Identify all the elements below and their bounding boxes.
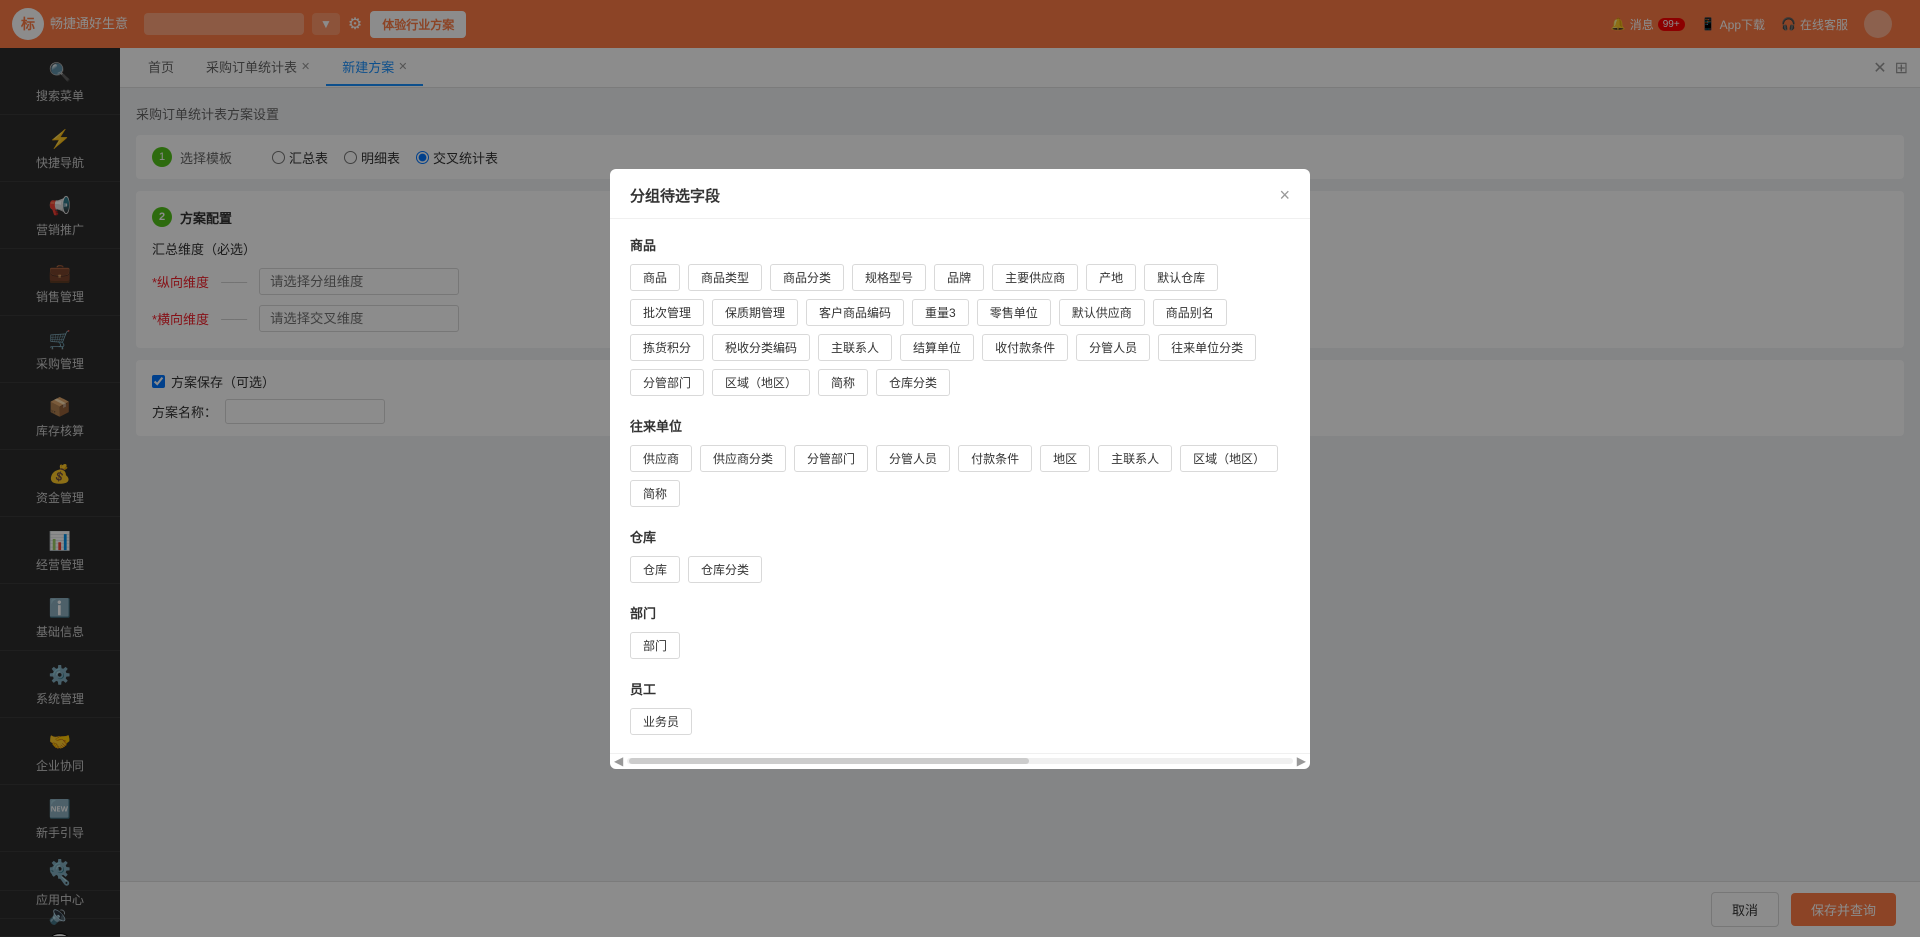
- modal: 分组待选字段 × 商品商品商品类型商品分类规格型号品牌主要供应商产地默认仓库批次…: [610, 169, 1310, 769]
- field-tag-4-0[interactable]: 业务员: [630, 708, 692, 735]
- field-tag-0-9[interactable]: 保质期管理: [712, 299, 798, 326]
- field-tag-1-8[interactable]: 简称: [630, 480, 680, 507]
- scroll-left-arrow[interactable]: ◀: [614, 754, 627, 768]
- modal-section-1: 往来单位供应商供应商分类分管部门分管人员付款条件地区主联系人区域（地区） 简称: [630, 416, 1290, 507]
- modal-scrollbar-area: ◀ ▶: [610, 753, 1310, 769]
- section-title-1: 往来单位: [630, 416, 1290, 435]
- field-tag-0-23[interactable]: 区域（地区）: [712, 369, 810, 396]
- section-title-3: 部门: [630, 603, 1290, 622]
- field-tags-1: 供应商供应商分类分管部门分管人员付款条件地区主联系人区域（地区） 简称: [630, 445, 1290, 507]
- modal-body[interactable]: 商品商品商品类型商品分类规格型号品牌主要供应商产地默认仓库批次管理保质期管理客户…: [610, 219, 1310, 753]
- modal-section-0: 商品商品商品类型商品分类规格型号品牌主要供应商产地默认仓库批次管理保质期管理客户…: [630, 235, 1290, 396]
- field-tag-0-16[interactable]: 税收分类编码: [712, 334, 810, 361]
- modal-section-4: 员工业务员: [630, 679, 1290, 735]
- section-title-2: 仓库: [630, 527, 1290, 546]
- field-tag-0-24[interactable]: 简称: [818, 369, 868, 396]
- field-tag-1-2[interactable]: 分管部门: [794, 445, 868, 472]
- field-tag-2-0[interactable]: 仓库: [630, 556, 680, 583]
- field-tag-0-7[interactable]: 默认仓库: [1144, 264, 1218, 291]
- field-tag-1-4[interactable]: 付款条件: [958, 445, 1032, 472]
- field-tag-3-0[interactable]: 部门: [630, 632, 680, 659]
- field-tag-0-1[interactable]: 商品类型: [688, 264, 762, 291]
- field-tag-0-14[interactable]: 商品别名: [1153, 299, 1227, 326]
- field-tag-0-12[interactable]: 零售单位: [977, 299, 1051, 326]
- field-tag-0-17[interactable]: 主联系人: [818, 334, 892, 361]
- field-tag-0-3[interactable]: 规格型号: [852, 264, 926, 291]
- modal-close-button[interactable]: ×: [1279, 185, 1290, 206]
- field-tag-0-18[interactable]: 结算单位: [900, 334, 974, 361]
- field-tag-1-7[interactable]: 区域（地区）: [1180, 445, 1278, 472]
- scrollbar-thumb: [629, 758, 1028, 764]
- field-tags-4: 业务员: [630, 708, 1290, 735]
- modal-section-2: 仓库仓库仓库分类: [630, 527, 1290, 583]
- field-tags-3: 部门: [630, 632, 1290, 659]
- field-tag-1-6[interactable]: 主联系人: [1098, 445, 1172, 472]
- field-tag-0-10[interactable]: 客户商品编码: [806, 299, 904, 326]
- field-tag-0-8[interactable]: 批次管理: [630, 299, 704, 326]
- field-tag-0-25[interactable]: 仓库分类: [876, 369, 950, 396]
- modal-section-3: 部门部门: [630, 603, 1290, 659]
- field-tag-0-5[interactable]: 主要供应商: [992, 264, 1078, 291]
- modal-header: 分组待选字段 ×: [610, 169, 1310, 219]
- field-tag-2-1[interactable]: 仓库分类: [688, 556, 762, 583]
- field-tag-0-6[interactable]: 产地: [1086, 264, 1136, 291]
- field-tag-0-15[interactable]: 拣货积分: [630, 334, 704, 361]
- field-tag-1-3[interactable]: 分管人员: [876, 445, 950, 472]
- field-tag-0-22[interactable]: 分管部门: [630, 369, 704, 396]
- field-tag-0-0[interactable]: 商品: [630, 264, 680, 291]
- section-title-0: 商品: [630, 235, 1290, 254]
- field-tag-0-4[interactable]: 品牌: [934, 264, 984, 291]
- field-tags-2: 仓库仓库分类: [630, 556, 1290, 583]
- field-tag-0-21[interactable]: 往来单位分类: [1158, 334, 1256, 361]
- field-tag-0-11[interactable]: 重量3: [912, 299, 969, 326]
- field-tag-0-19[interactable]: 收付款条件: [982, 334, 1068, 361]
- field-tag-1-0[interactable]: 供应商: [630, 445, 692, 472]
- field-tag-0-2[interactable]: 商品分类: [770, 264, 844, 291]
- modal-title: 分组待选字段: [630, 185, 720, 206]
- field-tag-0-13[interactable]: 默认供应商: [1059, 299, 1145, 326]
- scroll-right-arrow[interactable]: ▶: [1293, 754, 1306, 768]
- field-tag-1-1[interactable]: 供应商分类: [700, 445, 786, 472]
- horizontal-scrollbar[interactable]: [627, 758, 1293, 764]
- field-tags-0: 商品商品类型商品分类规格型号品牌主要供应商产地默认仓库批次管理保质期管理客户商品…: [630, 264, 1290, 396]
- section-title-4: 员工: [630, 679, 1290, 698]
- field-tag-1-5[interactable]: 地区: [1040, 445, 1090, 472]
- field-tag-0-20[interactable]: 分管人员: [1076, 334, 1150, 361]
